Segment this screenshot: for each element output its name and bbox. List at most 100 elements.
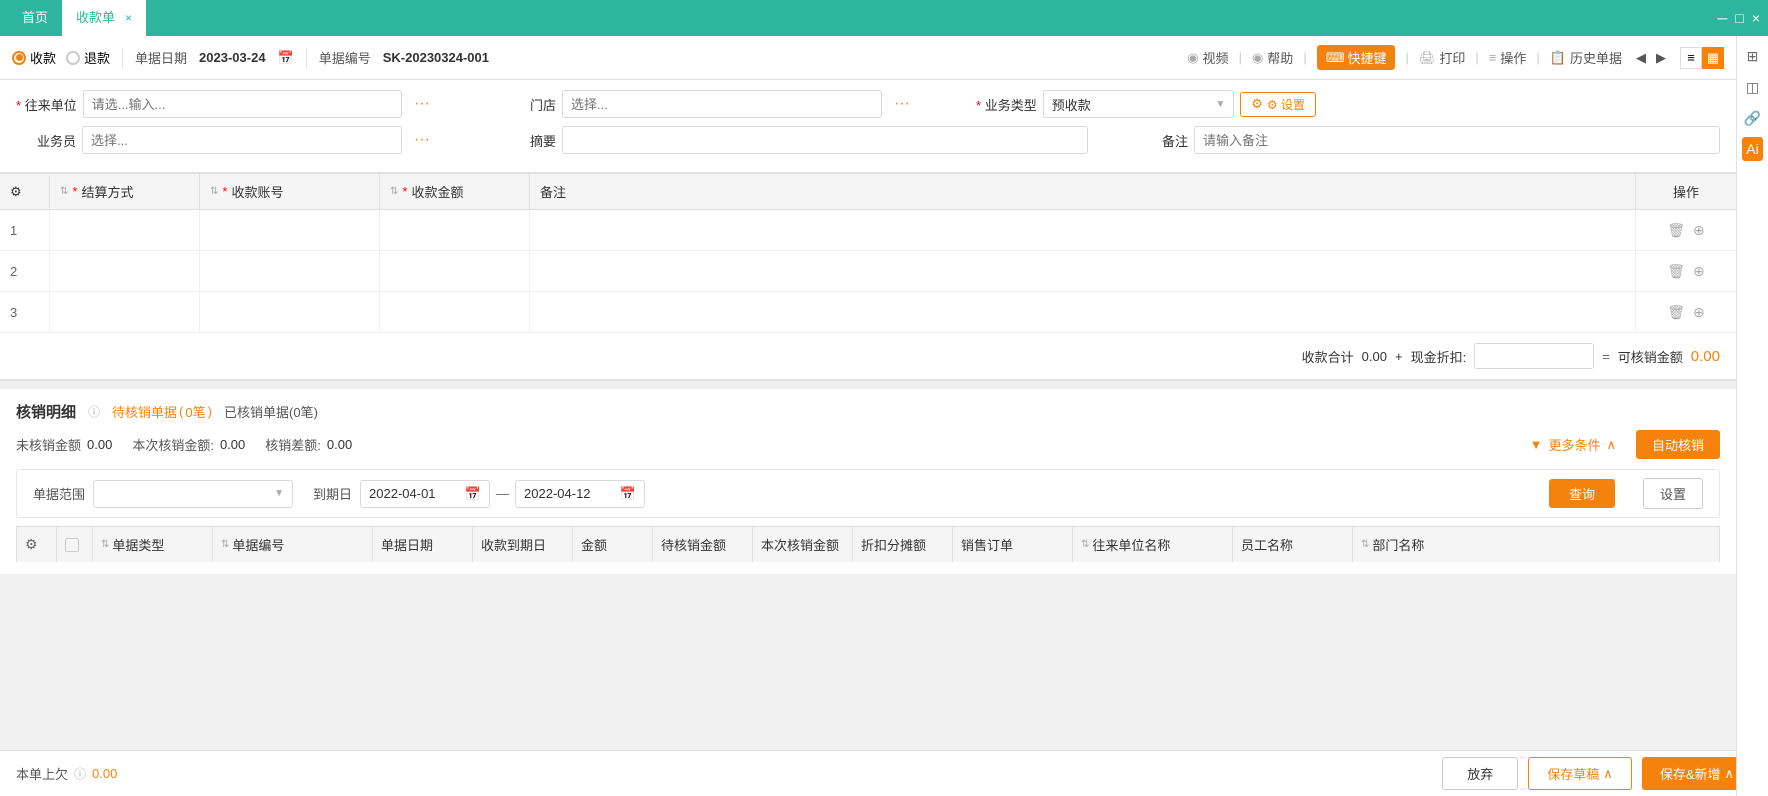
row-2-amount[interactable]	[380, 251, 530, 291]
business-type-caret: ▼	[1215, 99, 1225, 110]
diff-label: 核销差额:	[265, 435, 321, 454]
summary-input[interactable]	[562, 126, 1088, 154]
win-restore-icon[interactable]: □	[1735, 10, 1743, 26]
range-select[interactable]: ▼	[93, 480, 293, 508]
operation-icon: ≡	[1489, 50, 1497, 65]
operation-btn[interactable]: ≡ 操作	[1489, 48, 1527, 67]
settings-button[interactable]: ⚙ ⚙ 设置	[1240, 92, 1316, 117]
history-btn[interactable]: 📋 历史单据	[1550, 48, 1622, 67]
row-1-settlement[interactable]	[50, 210, 200, 250]
row-1-account[interactable]	[200, 210, 380, 250]
help-btn[interactable]: ◉ 帮助	[1252, 48, 1293, 67]
col-account: ⇅ * 收款账号	[200, 174, 380, 209]
filter-row: 单据范围 ▼ 到期日 2022-04-01 📅 — 2022-04-12 �	[16, 469, 1720, 518]
start-date-input[interactable]: 2022-04-01 📅	[360, 480, 490, 508]
business-type-select[interactable]: 预收款 ▼	[1043, 90, 1235, 118]
row-2-delete-icon[interactable]: 🗑	[1667, 263, 1685, 280]
print-btn[interactable]: 🖨 打印	[1419, 48, 1466, 67]
row-3-account[interactable]	[200, 292, 380, 332]
right-panel-link-icon[interactable]: 🔗	[1740, 106, 1765, 131]
col-ops: 操作	[1636, 174, 1736, 209]
calendar-icon[interactable]: 📅	[278, 50, 294, 66]
video-label: 视频	[1203, 48, 1229, 67]
shop-input[interactable]	[562, 90, 882, 118]
receipt-type-group: 收款 退款	[12, 48, 110, 67]
date-value: 2023-03-24	[199, 50, 266, 65]
bottom-buttons: 放弃 保存草稿 ∧ 保存&新增 ∧	[1442, 757, 1752, 790]
right-panel-table-icon[interactable]: ⊞	[1743, 44, 1763, 69]
divider-2	[306, 48, 307, 68]
list-layout-btn[interactable]: ≡	[1680, 47, 1702, 69]
row-1-amount[interactable]	[380, 210, 530, 250]
bt-col-gear[interactable]: ⚙	[17, 527, 57, 562]
prev-icon[interactable]: ◀	[1632, 49, 1650, 67]
start-cal-icon[interactable]: 📅	[465, 486, 481, 502]
row-2-settlement[interactable]	[50, 251, 200, 291]
row-1-remarks[interactable]	[530, 210, 1636, 250]
shortcut-btn[interactable]: ⌨ 快捷键	[1317, 45, 1396, 70]
gear-icon: ⚙	[1251, 96, 1263, 112]
radio-refund[interactable]: 退款	[66, 48, 110, 67]
tab-active-receipt[interactable]: 收款单 ×	[62, 0, 146, 36]
discount-input[interactable]	[1474, 343, 1594, 369]
date-dash: —	[496, 486, 509, 501]
table-row: 1 🗑 ⊕	[0, 210, 1736, 251]
right-panel-ai-icon[interactable]: Ai	[1742, 137, 1762, 161]
win-close-icon[interactable]: ×	[1752, 10, 1760, 26]
pending-tab[interactable]: 待核销单据(0笔)	[112, 402, 212, 421]
row-3-delete-icon[interactable]: 🗑	[1667, 304, 1685, 321]
end-cal-icon[interactable]: 📅	[620, 486, 636, 502]
bottom-info-icon[interactable]: ⓘ	[74, 765, 86, 782]
shop-label: 门店	[496, 95, 556, 114]
col-remarks: 备注	[530, 174, 1636, 209]
tab-home[interactable]: 首页	[8, 0, 62, 36]
layout-btns: ≡ ▦	[1680, 47, 1724, 69]
pending-count: 0笔	[185, 402, 205, 421]
row-2-copy-icon[interactable]: ⊕	[1693, 263, 1705, 280]
grid-layout-btn[interactable]: ▦	[1702, 47, 1724, 69]
set-btn[interactable]: 设置	[1643, 478, 1703, 509]
staff-more-btn[interactable]: ···	[408, 131, 436, 149]
shortcut-icon: ⌨	[1326, 50, 1345, 66]
col-gear[interactable]: ⚙	[0, 176, 50, 208]
row-3-settlement[interactable]	[50, 292, 200, 332]
end-date-input[interactable]: 2022-04-12 📅	[515, 480, 645, 508]
row-2-account[interactable]	[200, 251, 380, 291]
range-field: 单据范围 ▼	[33, 480, 293, 508]
next-icon[interactable]: ▶	[1652, 49, 1670, 67]
nav-arrows: ◀ ▶	[1632, 49, 1670, 67]
video-btn[interactable]: ◉ 视频	[1187, 48, 1228, 67]
query-btn[interactable]: 查询	[1549, 479, 1615, 508]
tab-close-icon[interactable]: ×	[125, 0, 132, 36]
abandon-button[interactable]: 放弃	[1442, 757, 1518, 790]
shop-more-btn[interactable]: ···	[888, 95, 916, 113]
auto-verify-btn[interactable]: 自动核销	[1636, 430, 1720, 459]
col-settlement: ⇅ * 结算方式	[50, 174, 200, 209]
row-3-amount[interactable]	[380, 292, 530, 332]
row-3-remarks[interactable]	[530, 292, 1636, 332]
radio-receive[interactable]: 收款	[12, 48, 56, 67]
sort-icon-3: ⇅	[390, 186, 398, 197]
row-1-copy-icon[interactable]: ⊕	[1693, 222, 1705, 239]
bt-checkbox[interactable]	[65, 538, 79, 552]
counterparty-input[interactable]	[83, 90, 402, 118]
staff-input[interactable]	[82, 126, 402, 154]
win-min-icon[interactable]: ─	[1717, 10, 1727, 26]
bt-col-counterparty: ⇅ 往来单位名称	[1073, 527, 1233, 562]
verify-info-icon[interactable]: ⓘ	[88, 403, 100, 420]
row-2-remarks[interactable]	[530, 251, 1636, 291]
row-1-delete-icon[interactable]: 🗑	[1667, 222, 1685, 239]
save-draft-button[interactable]: 保存草稿 ∧	[1528, 757, 1632, 790]
row-3-copy-icon[interactable]: ⊕	[1693, 304, 1705, 321]
row-2-num: 2	[0, 251, 50, 291]
done-tab[interactable]: 已核销单据(0笔)	[224, 402, 318, 421]
bt-sort-1: ⇅	[101, 539, 109, 550]
pending-label: 待核销单据	[112, 402, 177, 421]
bt-col-date: 单据日期	[373, 527, 473, 562]
more-conditions-btn[interactable]: ▼ 更多条件 ∧	[1530, 435, 1616, 454]
remarks-field: 备注	[1128, 126, 1720, 154]
table-header: ⚙ ⇅ * 结算方式 ⇅ * 收款账号 ⇅ * 收款金额 备注 操作	[0, 173, 1736, 210]
counterparty-more-btn[interactable]: ···	[408, 95, 436, 113]
right-panel-doc-icon[interactable]: ◫	[1742, 75, 1763, 100]
remarks-input[interactable]	[1194, 126, 1720, 154]
